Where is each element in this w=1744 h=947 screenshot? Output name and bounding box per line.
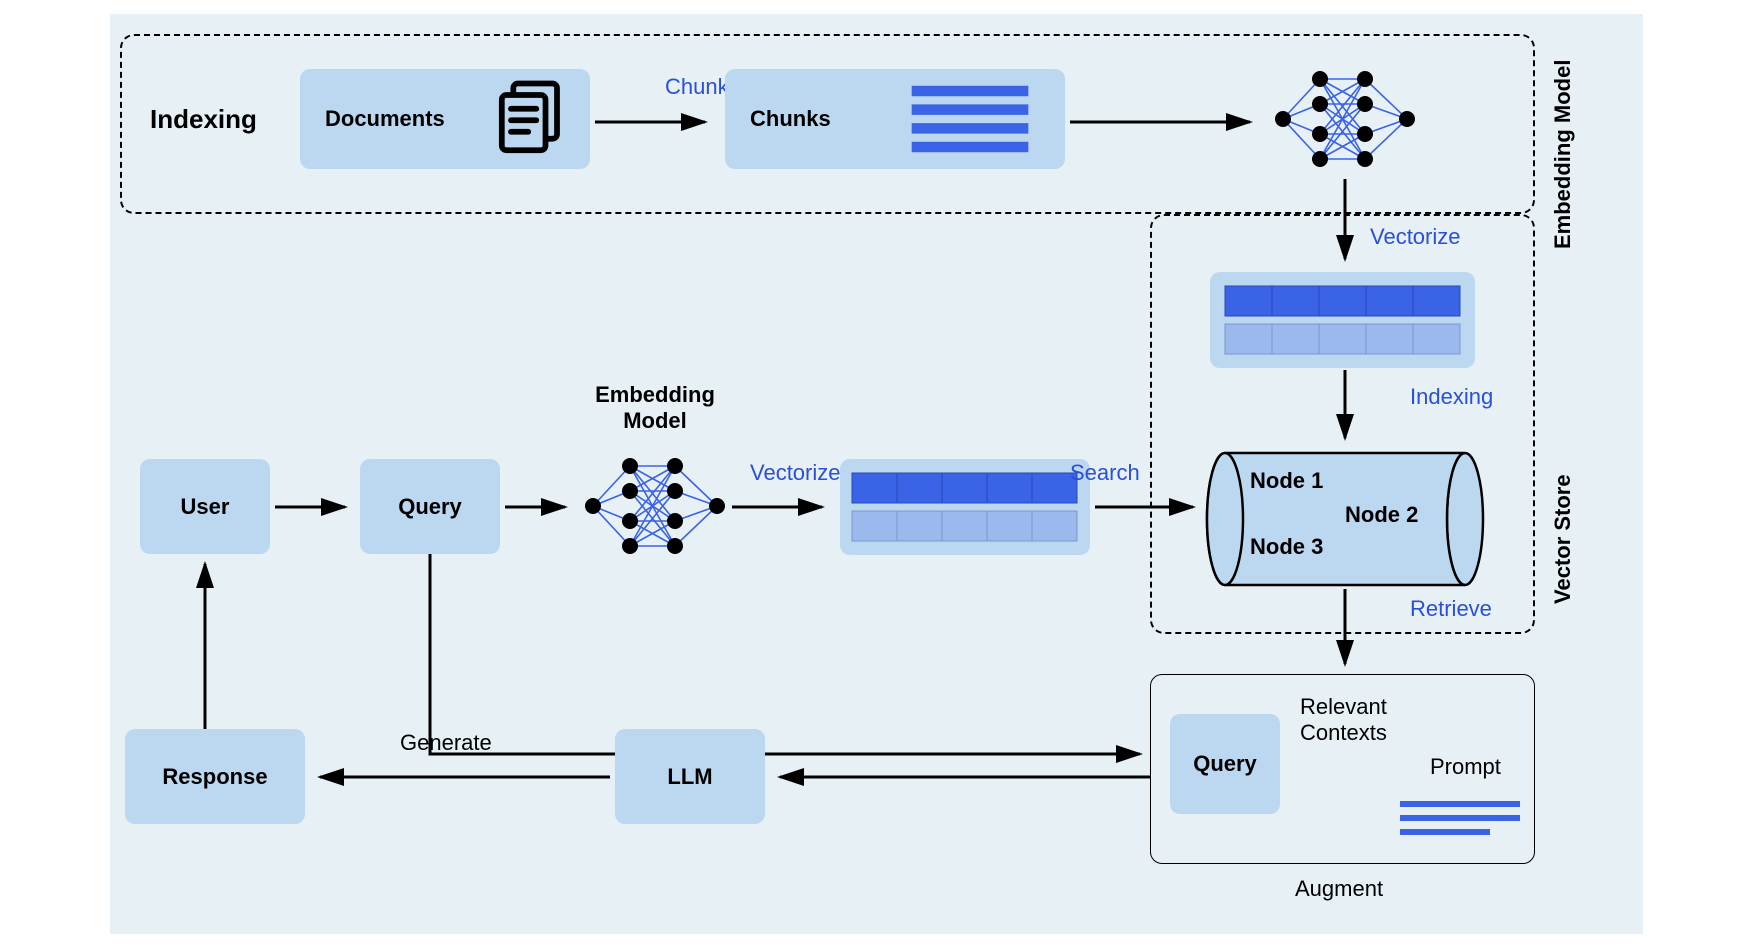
augment-query-label: Query xyxy=(1193,751,1257,777)
arrow-query-nn xyxy=(505,497,575,517)
arrow-search xyxy=(1095,497,1203,517)
augment-caption: Augment xyxy=(1295,876,1383,902)
indexing-title: Indexing xyxy=(150,104,257,135)
llm-label: LLM xyxy=(667,764,712,790)
arrow-chunks-to-nn xyxy=(1070,112,1260,132)
search-label: Search xyxy=(1070,460,1140,486)
vector-panel-mid xyxy=(840,459,1090,555)
vectorize-top-label: Vectorize xyxy=(1370,224,1461,250)
chunks-icon xyxy=(890,84,1050,154)
db-node3-label: Node 3 xyxy=(1250,534,1323,560)
documents-label: Documents xyxy=(325,106,445,132)
db-node2-label: Node 2 xyxy=(1345,502,1418,528)
indexing-down-label: Indexing xyxy=(1410,384,1493,410)
vectorize-mid-label: Vectorize xyxy=(750,460,841,486)
arrow-retrieve xyxy=(1335,589,1355,674)
embedding-model-center-label: Embedding Model xyxy=(585,382,725,434)
arrow-augment-llm xyxy=(770,767,1150,787)
prompt-lines-icon xyxy=(1400,796,1520,836)
documents-icon xyxy=(488,72,580,164)
arrow-query-to-augment xyxy=(420,554,1160,784)
arrow-vectorize-top xyxy=(1335,179,1355,269)
user-node: User xyxy=(140,459,270,554)
arrow-response-to-user xyxy=(195,554,215,729)
diagram-canvas: Indexing Documents Chunking Chunks xyxy=(110,14,1643,934)
augment-query-node: Query xyxy=(1170,714,1280,814)
llm-node: LLM xyxy=(615,729,765,824)
response-node: Response xyxy=(125,729,305,824)
arrow-chunking xyxy=(595,112,715,132)
generate-label: Generate xyxy=(400,730,492,756)
neural-net-icon-center xyxy=(575,446,735,566)
vector-store-side-label: Vector Store xyxy=(1550,444,1576,604)
chunks-label: Chunks xyxy=(750,106,831,132)
user-label: User xyxy=(181,494,230,520)
vector-panel-top xyxy=(1210,272,1475,368)
embedding-model-side-label: Embedding Model xyxy=(1550,49,1576,249)
arrow-llm-response xyxy=(310,767,610,787)
prompt-label: Prompt xyxy=(1430,754,1501,780)
db-node1-label: Node 1 xyxy=(1250,468,1323,494)
arrow-user-query xyxy=(275,497,355,517)
arrow-vectorize-mid xyxy=(732,497,832,517)
query-label: Query xyxy=(398,494,462,520)
query-node: Query xyxy=(360,459,500,554)
arrow-indexing-down xyxy=(1335,370,1355,448)
retrieve-label: Retrieve xyxy=(1410,596,1492,622)
response-label: Response xyxy=(162,764,267,790)
relevant-contexts-label: Relevant Contexts xyxy=(1300,694,1387,746)
neural-net-icon-top xyxy=(1265,59,1425,179)
